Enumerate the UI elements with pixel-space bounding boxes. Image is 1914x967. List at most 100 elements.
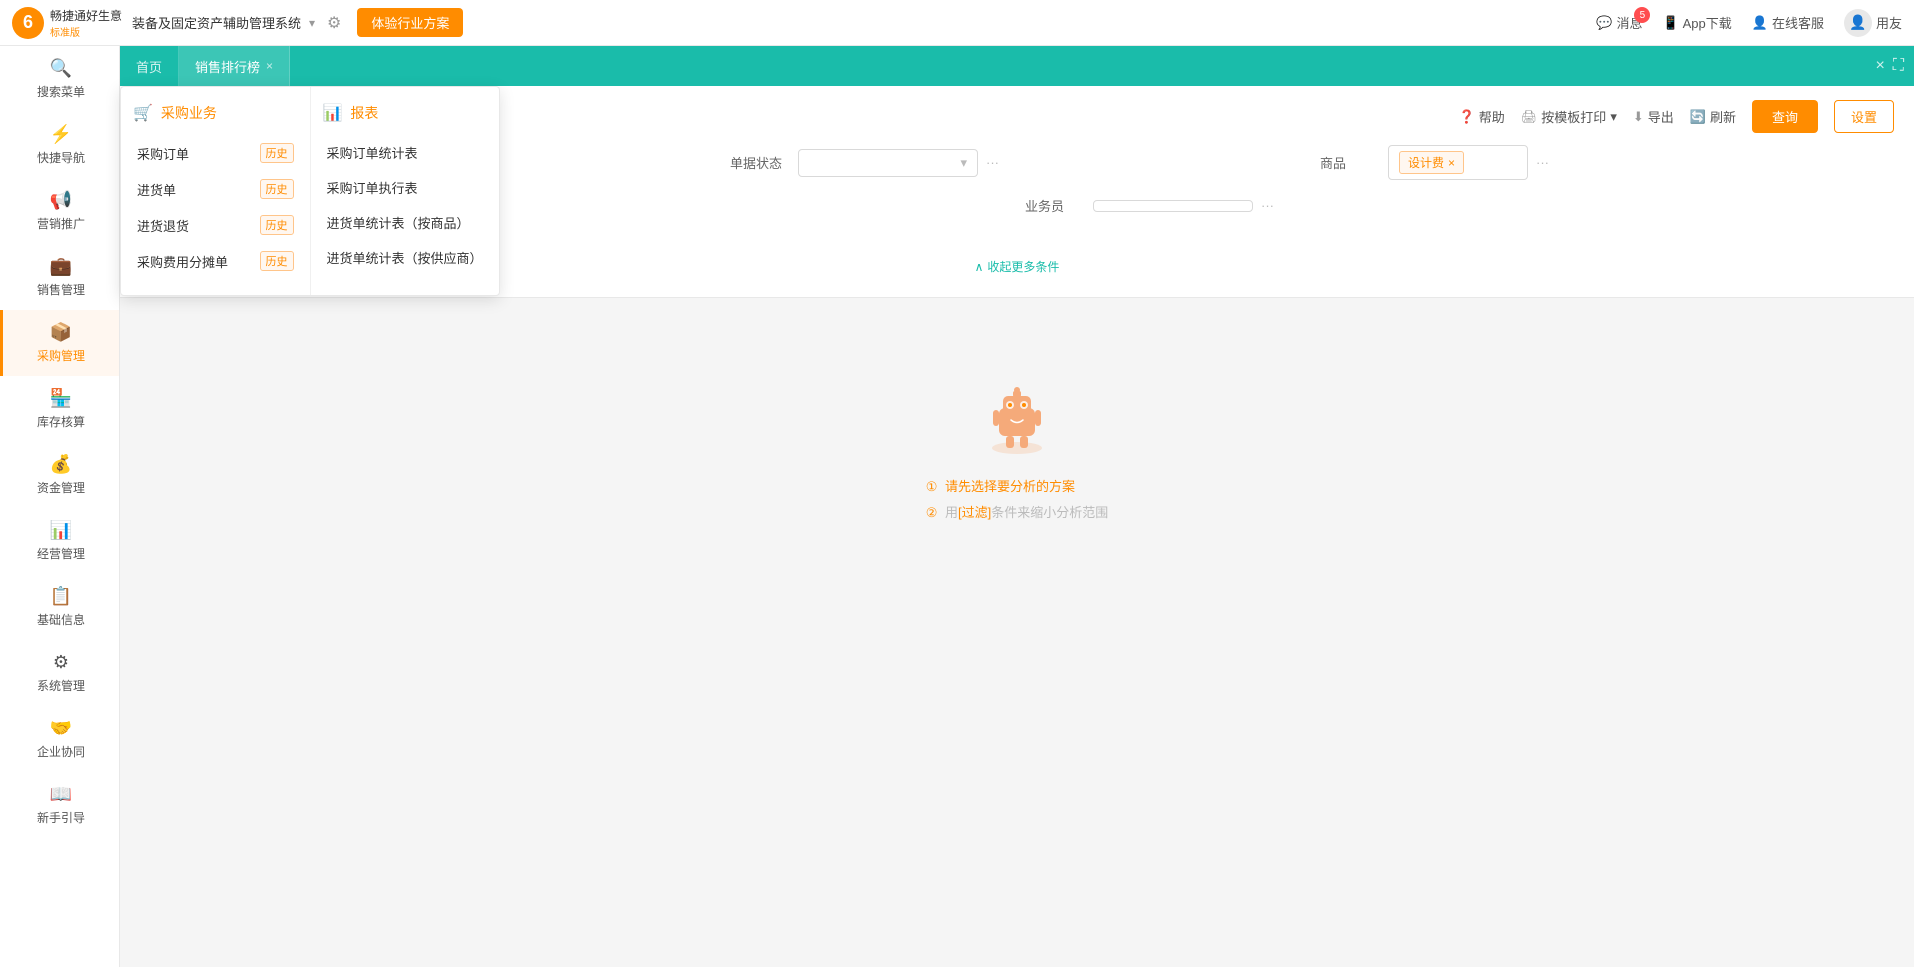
purchase-icon: 📦 (50, 322, 72, 343)
sidebar-item-basic-info[interactable]: 📋 基础信息 (0, 574, 119, 640)
message-icon: 💬 (1596, 15, 1612, 31)
sidebar-label-guide: 新手引导 (37, 809, 85, 826)
dropdown-item-purchase-order[interactable]: 采购订单 历史 (133, 135, 298, 171)
dropdown-menu: 🛒 采购业务 采购订单 历史 进货单 历史 进货退货 历史 采购费用分摊单 历史… (120, 86, 500, 296)
settings-button[interactable]: 设置 (1834, 100, 1894, 133)
goods-dots[interactable]: ··· (1536, 155, 1549, 170)
refresh-label: 刷新 (1710, 107, 1736, 126)
tab-close-icon[interactable]: × (266, 59, 273, 73)
help-label: 帮助 (1479, 107, 1505, 126)
tab-bar: 首页 销售排行榜 × × ⛶ (120, 46, 1914, 86)
dropdown-item-po-exec[interactable]: 采购订单执行表 (323, 170, 488, 205)
settings-icon[interactable]: ⚙ (327, 13, 341, 33)
filter-group-salesperson: 业务员 ··· (1025, 196, 1894, 215)
guide-icon: 📖 (50, 784, 72, 805)
goods-tag: 设计费 × (1399, 151, 1464, 174)
sidebar-item-search[interactable]: 🔍 搜索菜单 (0, 46, 119, 112)
salesperson-input[interactable] (1093, 200, 1253, 212)
sidebar-label-finance: 资金管理 (37, 479, 85, 496)
empty-tip-2: ② 用[过滤]条件来缩小分析范围 (926, 500, 1109, 526)
collapse-label: 收起更多条件 (987, 258, 1059, 275)
message-badge: 5 (1634, 7, 1650, 23)
sidebar-item-purchase[interactable]: 📦 采购管理 (0, 310, 119, 376)
dropdown-report-header: 📊 报表 (323, 103, 488, 123)
order-status-dots[interactable]: ··· (986, 155, 999, 170)
avatar: 👤 (1844, 9, 1872, 37)
top-right: 💬 消息 5 📱 App下载 👤 在线客服 👤 用友 (1596, 9, 1902, 37)
goods-return-badge: 历史 (260, 215, 294, 235)
sidebar-item-operations[interactable]: 📊 经营管理 (0, 508, 119, 574)
industry-btn[interactable]: 体验行业方案 (357, 8, 463, 37)
sidebar-label-quick-nav: 快捷导航 (37, 149, 85, 166)
phone-icon: 📱 (1662, 15, 1678, 31)
dropdown-item-goods-return[interactable]: 进货退货 历史 (133, 207, 298, 243)
print-dropdown-icon[interactable]: ▾ (1610, 109, 1617, 125)
goods-tag-close[interactable]: × (1448, 156, 1455, 170)
sales-icon: 💼 (50, 256, 72, 277)
sidebar: 🔍 搜索菜单 ⚡ 快捷导航 📢 营销推广 💼 销售管理 📦 采购管理 🏪 库存核… (0, 46, 120, 967)
tab-close-all-icon[interactable]: × (1875, 57, 1884, 75)
tab-home[interactable]: 首页 (120, 46, 179, 86)
sidebar-item-sales[interactable]: 💼 销售管理 (0, 244, 119, 310)
sidebar-label-basic-info: 基础信息 (37, 611, 85, 628)
sidebar-label-enterprise: 企业协同 (37, 743, 85, 760)
operations-icon: 📊 (50, 520, 72, 541)
sidebar-label-search: 搜索菜单 (37, 83, 85, 100)
print-label: 按模板打印 (1541, 107, 1606, 126)
collapse-icon: ∧ (975, 260, 984, 274)
tab-home-label: 首页 (136, 57, 162, 76)
help-item[interactable]: ❓ 帮助 (1459, 107, 1505, 126)
purchase-expense-badge: 历史 (260, 251, 294, 271)
search-icon: 🔍 (50, 58, 72, 79)
logo-text: 畅捷通好生意 标准版 (50, 7, 122, 39)
query-button[interactable]: 查询 (1752, 100, 1818, 133)
goods-label: 商品 (1320, 153, 1380, 172)
goods-return-label: 进货退货 (137, 216, 189, 235)
goods-input[interactable]: 设计费 × (1388, 145, 1528, 180)
dropdown-item-receipt-stats-supplier[interactable]: 进货单统计表（按供应商） (323, 240, 488, 275)
system-title: 装备及固定资产辅助管理系统 (132, 13, 301, 32)
sidebar-item-finance[interactable]: 💰 资金管理 (0, 442, 119, 508)
order-status-label: 单据状态 (730, 153, 790, 172)
empty-illustration (977, 378, 1057, 458)
dropdown-item-receipt-stats-goods[interactable]: 进货单统计表（按商品） (323, 205, 488, 240)
logo-area: 6 畅捷通好生意 标准版 (12, 7, 132, 39)
system-title-dropdown[interactable]: ▾ (309, 16, 315, 30)
dropdown-item-goods-receipt[interactable]: 进货单 历史 (133, 171, 298, 207)
system-icon: ⚙ (53, 652, 69, 673)
sidebar-item-marketing[interactable]: 📢 营销推广 (0, 178, 119, 244)
inventory-icon: 🏪 (50, 388, 72, 409)
export-item[interactable]: ⬇ 导出 (1633, 107, 1674, 126)
tab-fullscreen-icon[interactable]: ⛶ (1893, 57, 1904, 75)
sidebar-item-inventory[interactable]: 🏪 库存核算 (0, 376, 119, 442)
dropdown-item-po-stats[interactable]: 采购订单统计表 (323, 135, 488, 170)
dropdown-item-purchase-expense[interactable]: 采购费用分摊单 历史 (133, 243, 298, 279)
sidebar-label-system: 系统管理 (37, 677, 85, 694)
dropdown-purchase-header: 🛒 采购业务 (133, 103, 298, 123)
finance-icon: 💰 (50, 454, 72, 475)
dropdown-report-title: 报表 (350, 103, 378, 123)
export-icon: ⬇ (1633, 109, 1644, 125)
message-item[interactable]: 💬 消息 5 (1596, 13, 1642, 32)
goods-receipt-badge: 历史 (260, 179, 294, 199)
tab-sales-rank[interactable]: 销售排行榜 × (179, 46, 290, 86)
sidebar-label-purchase: 采购管理 (37, 347, 85, 364)
sidebar-item-enterprise[interactable]: 🤝 企业协同 (0, 706, 119, 772)
sidebar-item-system[interactable]: ⚙ 系统管理 (0, 640, 119, 706)
refresh-item[interactable]: 🔄 刷新 (1690, 107, 1736, 126)
print-template-item[interactable]: 🖨 按模板打印 ▾ (1521, 107, 1617, 126)
online-service-item[interactable]: 👤 在线客服 (1752, 13, 1824, 32)
sidebar-label-marketing: 营销推广 (37, 215, 85, 232)
dropdown-report-col: 📊 报表 采购订单统计表 采购订单执行表 进货单统计表（按商品） 进货单统计表（… (311, 87, 500, 295)
help-icon: ❓ (1459, 109, 1475, 125)
print-icon: 🖨 (1521, 109, 1538, 125)
sidebar-item-quick-nav[interactable]: ⚡ 快捷导航 (0, 112, 119, 178)
order-status-input[interactable]: ▾ (798, 149, 978, 177)
tab-sales-rank-label: 销售排行榜 (195, 57, 260, 76)
salesperson-dots[interactable]: ··· (1261, 198, 1274, 213)
sidebar-item-guide[interactable]: 📖 新手引导 (0, 772, 119, 838)
system-title-area: 装备及固定资产辅助管理系统 ▾ ⚙ 体验行业方案 (132, 8, 1596, 37)
app-download-item[interactable]: 📱 App下载 (1662, 13, 1731, 32)
user-item[interactable]: 👤 用友 (1844, 9, 1902, 37)
dropdown-purchase-title: 采购业务 (161, 103, 217, 123)
